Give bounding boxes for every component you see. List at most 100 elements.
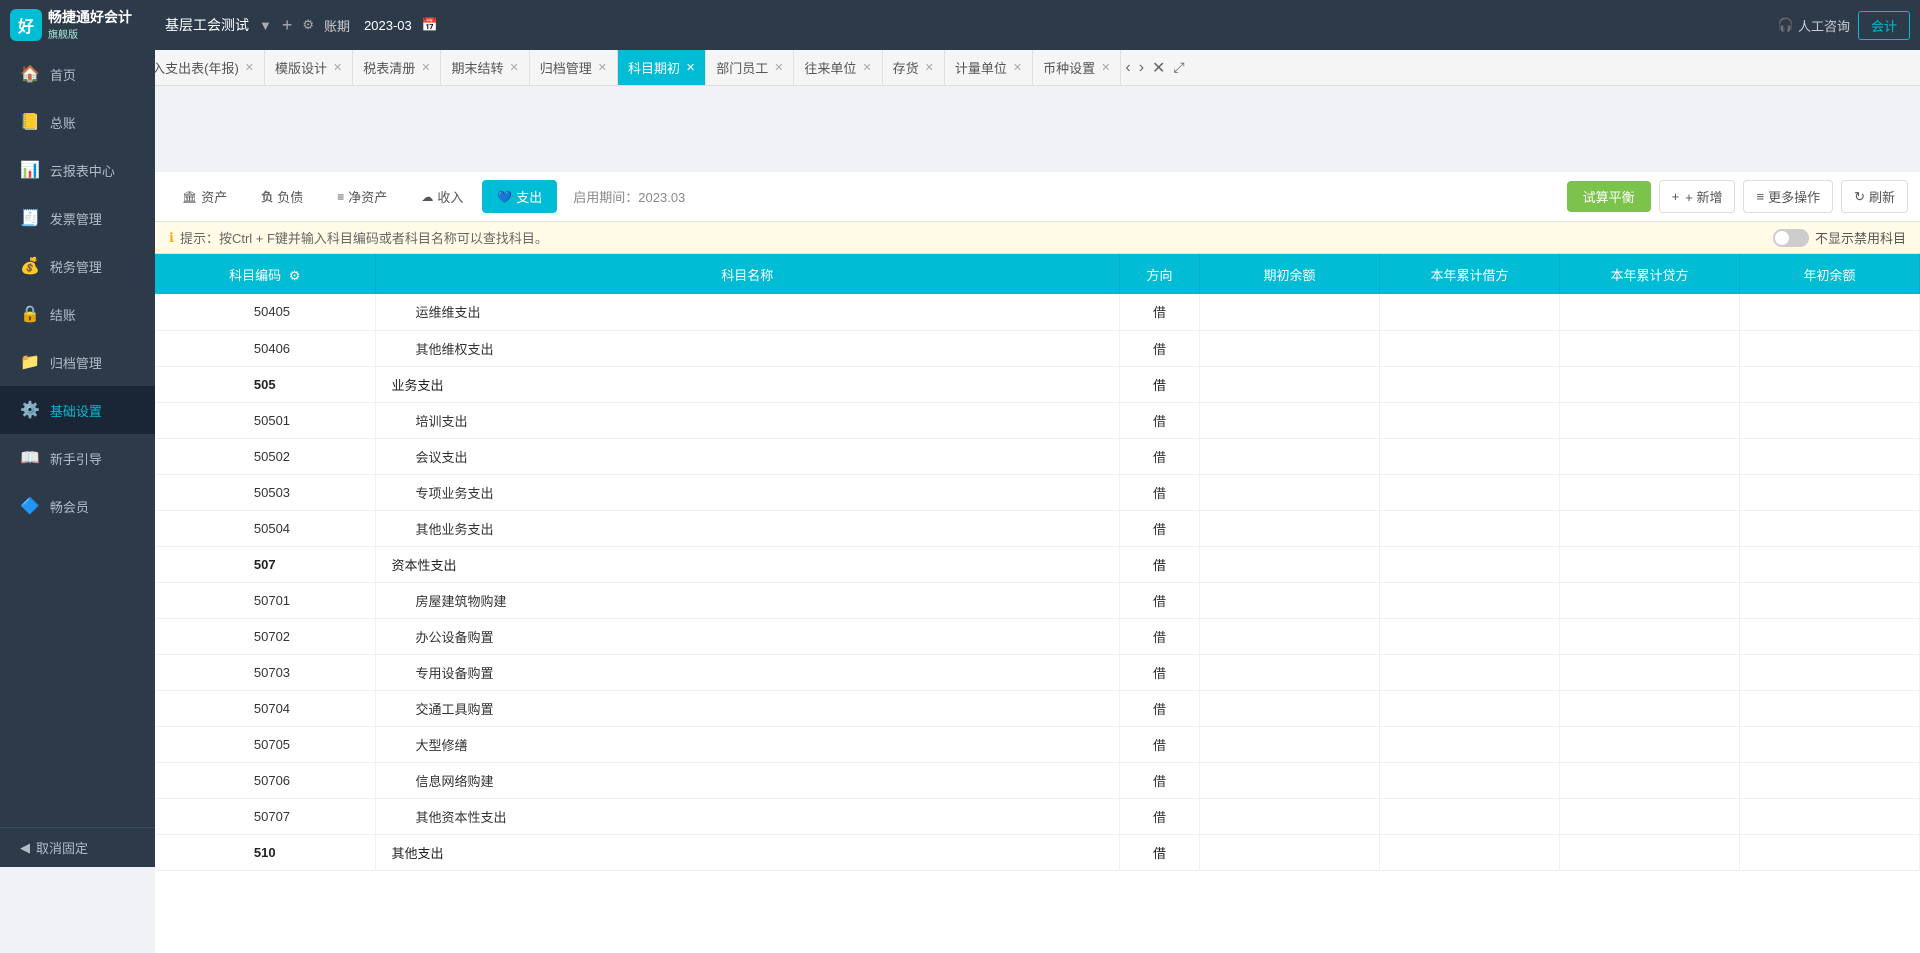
tab-close-all-button[interactable]: ✕ — [1148, 58, 1169, 78]
tab-inventory[interactable]: 存货 ✕ — [883, 50, 945, 86]
table-row[interactable]: 50405 运维维支出 借 — [155, 294, 1920, 330]
refresh-button[interactable]: ↻ 刷新 — [1841, 180, 1908, 213]
table-row[interactable]: 50705 大型修缮 借 — [155, 726, 1920, 762]
sidebar-item-invoice[interactable]: 🧾 发票管理 — [0, 194, 155, 242]
table-row[interactable]: 50703 专用设备购置 借 — [155, 654, 1920, 690]
tab-close-icon[interactable]: ✕ — [925, 61, 934, 74]
tab-label: 模版设计 — [275, 58, 327, 77]
account-button[interactable]: 会计 — [1858, 11, 1910, 40]
tab-close-icon[interactable]: ✕ — [686, 61, 695, 74]
sidebar-item-archive[interactable]: 📁 归档管理 — [0, 338, 155, 386]
cell-opening — [1200, 582, 1380, 618]
cell-year-open — [1740, 546, 1920, 582]
sidebar: 🏠 首页 📒 总账 📊 云报表中心 🧾 发票管理 💰 税务管理 🔒 结账 📁 归… — [0, 50, 155, 867]
tab-close-icon[interactable]: ✕ — [245, 61, 254, 74]
table-row[interactable]: 50503 专项业务支出 借 — [155, 474, 1920, 510]
sidebar-label: 税务管理 — [50, 257, 102, 276]
calendar-icon[interactable]: 📅 — [422, 17, 438, 33]
tab-prev-button[interactable]: ‹ — [1121, 59, 1134, 77]
tab-subject[interactable]: 科目期初 ✕ — [618, 50, 706, 86]
table-row[interactable]: 50501 培训支出 借 — [155, 402, 1920, 438]
sidebar-collapse-button[interactable]: ◀ 取消固定 — [0, 827, 155, 867]
tab-next-button[interactable]: › — [1135, 59, 1148, 77]
sidebar-label: 新手引导 — [50, 449, 102, 468]
consult-button[interactable]: 🎧 人工咨询 — [1778, 16, 1850, 35]
cell-direction: 借 — [1120, 798, 1200, 834]
tab-close-icon[interactable]: ✕ — [774, 61, 783, 74]
tab-close-icon[interactable]: ✕ — [333, 61, 342, 74]
cell-debit — [1380, 834, 1560, 870]
company-name[interactable]: 基层工会测试 — [165, 15, 249, 35]
table-row[interactable]: 50702 办公设备购置 借 — [155, 618, 1920, 654]
tab-close-icon[interactable]: ✕ — [598, 61, 607, 74]
tab-close-icon[interactable]: ✕ — [862, 61, 871, 74]
table-row[interactable]: 510 其他支出 借 — [155, 834, 1920, 870]
guide-icon: 📖 — [20, 448, 40, 468]
sub-tab-equity[interactable]: ≡ 净资产 — [322, 180, 402, 213]
table-row[interactable]: 507 资本性支出 借 — [155, 546, 1920, 582]
sub-tab-liability[interactable]: 负 负债 — [246, 180, 318, 213]
tab-tax[interactable]: 税表清册 ✕ — [353, 50, 441, 86]
cell-code: 50405 — [155, 294, 375, 330]
cell-credit — [1560, 726, 1740, 762]
add-button[interactable]: + + 新增 — [1659, 180, 1736, 213]
tab-close-icon[interactable]: ✕ — [421, 61, 430, 74]
tab-close-icon[interactable]: ✕ — [1013, 61, 1022, 74]
tab-currency[interactable]: 币种设置 ✕ — [1033, 50, 1121, 86]
add-icon[interactable]: + — [282, 15, 293, 36]
settings-icon[interactable]: ⚙ — [302, 17, 314, 33]
sidebar-item-member[interactable]: 🔷 畅会员 — [0, 482, 155, 530]
period-info: 启用期间：2023.03 — [573, 187, 685, 206]
cell-direction: 借 — [1120, 546, 1200, 582]
col-year-open: 年初余额 — [1740, 254, 1920, 294]
tab-contact[interactable]: 往来单位 ✕ — [794, 50, 882, 86]
sidebar-item-guide[interactable]: 📖 新手引导 — [0, 434, 155, 482]
notice-text: 提示：按Ctrl + F键并输入科目编码或者科目名称可以查找科目。 — [180, 228, 548, 247]
tab-label: 期末结转 — [451, 58, 503, 77]
cell-year-open — [1740, 726, 1920, 762]
table-row[interactable]: 50706 信息网络购建 借 — [155, 762, 1920, 798]
disabled-toggle[interactable] — [1773, 229, 1809, 247]
cell-credit — [1560, 618, 1740, 654]
sidebar-item-report[interactable]: 📊 云报表中心 — [0, 146, 155, 194]
sidebar-item-ledger[interactable]: 📒 总账 — [0, 98, 155, 146]
tab-unit[interactable]: 计量单位 ✕ — [945, 50, 1033, 86]
table-row[interactable]: 50504 其他业务支出 借 — [155, 510, 1920, 546]
table-row[interactable]: 50701 房屋建筑物购建 借 — [155, 582, 1920, 618]
sidebar-label: 发票管理 — [50, 209, 102, 228]
sidebar-item-home[interactable]: 🏠 首页 — [0, 50, 155, 98]
tab-close-icon[interactable]: ✕ — [1101, 61, 1110, 74]
tab-expand-button[interactable]: ⤢ — [1169, 59, 1188, 76]
table-row[interactable]: 50406 其他维权支出 借 — [155, 330, 1920, 366]
tab-close-icon[interactable]: ✕ — [510, 61, 519, 74]
dropdown-icon[interactable]: ▼ — [259, 18, 272, 33]
sidebar-item-closing[interactable]: 🔒 结账 — [0, 290, 155, 338]
more-button[interactable]: ≡ 更多操作 — [1743, 180, 1833, 213]
col-credit: 本年累计贷方 — [1560, 254, 1740, 294]
cell-debit — [1380, 438, 1560, 474]
tab-dept[interactable]: 部门员工 ✕ — [706, 50, 794, 86]
table-row[interactable]: 50707 其他资本性支出 借 — [155, 798, 1920, 834]
sidebar-item-tax[interactable]: 💰 税务管理 — [0, 242, 155, 290]
table-row[interactable]: 50704 交通工具购置 借 — [155, 690, 1920, 726]
table-row[interactable]: 50502 会议支出 借 — [155, 438, 1920, 474]
tab-template[interactable]: 模版设计 ✕ — [265, 50, 353, 86]
tab-label: 税表清册 — [363, 58, 415, 77]
sidebar-label: 归档管理 — [50, 353, 102, 372]
tab-closing[interactable]: 期末结转 ✕ — [441, 50, 529, 86]
cell-name: 其他维权支出 — [375, 330, 1120, 366]
sub-tab-income[interactable]: ☁ 收入 — [406, 180, 478, 213]
balance-button[interactable]: 试算平衡 — [1567, 181, 1651, 212]
sub-tab-label: 资产 — [201, 187, 227, 206]
sub-tab-asset[interactable]: 🏛 资产 — [167, 180, 242, 213]
cell-name: 培训支出 — [375, 402, 1120, 438]
cell-direction: 借 — [1120, 654, 1200, 690]
tab-archive[interactable]: 归档管理 ✕ — [530, 50, 618, 86]
table-row[interactable]: 505 业务支出 借 — [155, 366, 1920, 402]
cell-opening — [1200, 366, 1380, 402]
sidebar-label: 总账 — [50, 113, 76, 132]
tab-label: 科目期初 — [628, 58, 680, 77]
gear-icon[interactable]: ⚙ — [289, 268, 301, 283]
sub-tab-expense[interactable]: 💙 支出 — [482, 180, 557, 213]
sidebar-item-settings[interactable]: ⚙️ 基础设置 — [0, 386, 155, 434]
